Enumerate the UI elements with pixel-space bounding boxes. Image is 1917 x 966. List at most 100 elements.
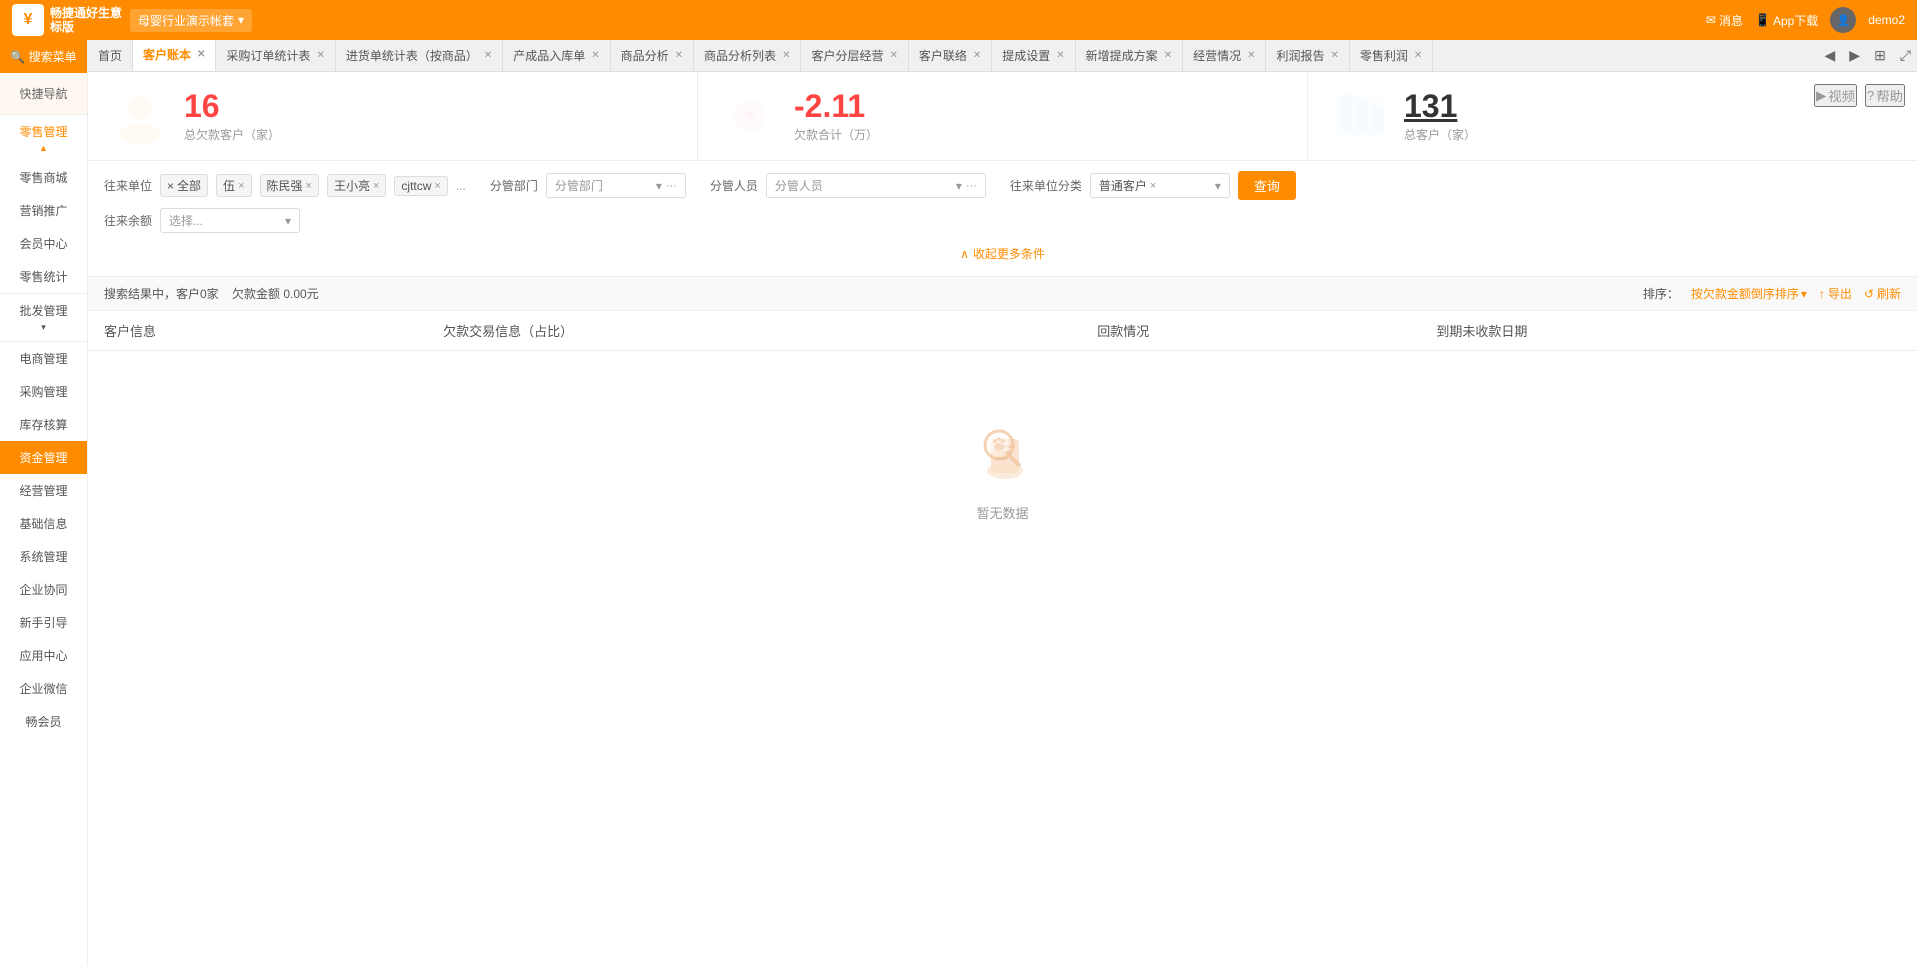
remove-tag-normal[interactable]: ×: [1150, 180, 1156, 192]
tab-prev-button[interactable]: ◀: [1819, 40, 1842, 72]
tab-next-button[interactable]: ▶: [1843, 40, 1866, 72]
sort-select[interactable]: 按欠款金额倒序排序 ▾: [1691, 285, 1807, 302]
tab-product-analysis-list[interactable]: 商品分析列表 ✕: [694, 40, 801, 72]
sidebar-quick-nav: 快捷导航: [0, 73, 87, 115]
tab-close-icon[interactable]: ✕: [1056, 50, 1064, 61]
sidebar-item-member[interactable]: 畅会员: [0, 705, 87, 738]
video-help-button[interactable]: ▶ 视频: [1814, 84, 1857, 107]
tab-customer-contact[interactable]: 客户联络 ✕: [909, 40, 992, 72]
tab-home[interactable]: 首页: [88, 40, 133, 72]
sidebar-item-marketing[interactable]: 营销推广: [0, 194, 87, 227]
sidebar-item-finance[interactable]: 资金管理: [0, 441, 87, 474]
export-button[interactable]: ↑ 导出: [1819, 285, 1852, 302]
logo-text: 畅捷通好生意 标版: [50, 6, 122, 35]
sidebar-item-retail-mall[interactable]: 零售商城: [0, 161, 87, 194]
sidebar-item-system-mgmt[interactable]: 系统管理: [0, 540, 87, 573]
tab-profit-report[interactable]: 利润报告 ✕: [1266, 40, 1349, 72]
svg-text:✦: ✦: [742, 105, 759, 127]
tab-close-icon[interactable]: ✕: [1331, 50, 1339, 61]
tab-close-icon[interactable]: ✕: [1414, 50, 1422, 61]
sidebar-section-wholesale: 批发管理 ▾: [0, 294, 87, 342]
sidebar-item-inventory[interactable]: 库存核算: [0, 408, 87, 441]
sidebar-item-beginner-guide[interactable]: 新手引导: [0, 606, 87, 639]
sidebar-item-label: 基础信息: [19, 515, 67, 532]
app-download-button[interactable]: 📱 App下载: [1755, 12, 1818, 29]
unit-class-select[interactable]: 普通客户 × ▾: [1090, 173, 1230, 198]
sidebar-item-app-center[interactable]: 应用中心: [0, 639, 87, 672]
empty-row: 暂无数据: [88, 351, 1917, 583]
tab-commission-settings[interactable]: 提成设置 ✕: [992, 40, 1075, 72]
data-table: 客户信息 欠款交易信息（占比） 回款情况 到期未收款日期: [88, 311, 1917, 582]
tab-close-icon[interactable]: ✕: [197, 49, 205, 60]
tab-close-icon[interactable]: ✕: [973, 50, 981, 61]
sidebar-item-ecommerce[interactable]: 电商管理: [0, 342, 87, 375]
sidebar-item-wholesale-mgmt[interactable]: 批发管理 ▾: [0, 294, 87, 341]
dept-select[interactable]: 分管部门 ▾ ···: [546, 173, 686, 198]
filter-tag-unit-wu: 伍 ×: [216, 174, 251, 197]
sidebar-item-quick-nav[interactable]: 快捷导航: [0, 79, 87, 108]
sidebar-item-enterprise-collab[interactable]: 企业协同: [0, 573, 87, 606]
sidebar-item-basic-info[interactable]: 基础信息: [0, 507, 87, 540]
phone-icon: 📱: [1755, 13, 1770, 27]
org-name: 母婴行业演示帐套: [138, 12, 234, 29]
tab-close-icon[interactable]: ✕: [782, 50, 790, 61]
main-container: 🔍 搜索菜单 快捷导航 零售管理 ▲ 零售商城 营销推广 会员中心 零售统计: [0, 40, 1917, 966]
sidebar-item-member-center[interactable]: 会员中心: [0, 227, 87, 260]
dept-filter-label: 分管部门: [490, 177, 538, 194]
sidebar-item-label: 零售管理: [19, 123, 67, 140]
tab-bar: 首页 客户账本 ✕ 采购订单统计表 ✕ 进货单统计表（按商品） ✕ 产成品入库单…: [88, 40, 1917, 72]
search-button[interactable]: 查询: [1238, 171, 1296, 200]
collapse-button[interactable]: ∧ 收起更多条件: [104, 241, 1901, 266]
tab-close-icon[interactable]: ✕: [889, 50, 897, 61]
tab-close-icon[interactable]: ✕: [1164, 50, 1172, 61]
filter-more-btn[interactable]: ...: [456, 179, 466, 193]
tab-close-icon[interactable]: ✕: [1247, 50, 1255, 61]
tab-business-status[interactable]: 经营情况 ✕: [1183, 40, 1266, 72]
tab-label: 经营情况: [1193, 47, 1241, 64]
stat-value-3: 131: [1404, 90, 1476, 122]
sidebar-item-retail-mgmt[interactable]: 零售管理 ▲: [0, 115, 87, 161]
avatar[interactable]: 👤: [1830, 7, 1856, 33]
col-repayment: 回款情况: [1081, 311, 1420, 351]
balance-select[interactable]: 选择... ▾: [160, 208, 300, 233]
sidebar-search[interactable]: 🔍 搜索菜单: [0, 40, 87, 73]
tab-close-icon[interactable]: ✕: [316, 50, 324, 61]
tab-purchase-order-stats[interactable]: 采购订单统计表 ✕: [216, 40, 335, 72]
tab-product-inbound[interactable]: 产成品入库单 ✕: [503, 40, 610, 72]
sidebar-item-retail-stats[interactable]: 零售统计: [0, 260, 87, 293]
tab-customer-ledger[interactable]: 客户账本 ✕: [133, 40, 216, 72]
message-button[interactable]: ✉ 消息: [1706, 12, 1743, 29]
remove-tag-wang[interactable]: ×: [373, 180, 379, 192]
stat-debt-total: ✦ -2.11 欠款合计（万）: [698, 72, 1308, 160]
stat-info-3: 131 总客户（家）: [1404, 90, 1476, 143]
tab-label: 首页: [98, 47, 122, 64]
tab-close-icon[interactable]: ✕: [484, 50, 492, 61]
remove-tag-chen[interactable]: ×: [306, 180, 312, 192]
tab-purchase-goods-stats[interactable]: 进货单统计表（按商品） ✕: [336, 40, 503, 72]
tab-label: 客户账本: [143, 46, 191, 63]
tab-add-commission[interactable]: 新增提成方案 ✕: [1076, 40, 1183, 72]
tab-close-icon[interactable]: ✕: [675, 50, 683, 61]
sidebar-item-operations[interactable]: 经营管理: [0, 474, 87, 507]
chevron-down-icon: ▾: [1215, 179, 1221, 193]
tab-collapse-button[interactable]: ⤢: [1894, 40, 1917, 72]
person-select[interactable]: 分管人员 ▾ ···: [766, 173, 986, 198]
remove-tag-cjttcw[interactable]: ×: [434, 180, 440, 192]
tab-retail-profit[interactable]: 零售利润 ✕: [1350, 40, 1433, 72]
sidebar-item-wechat-enterprise[interactable]: 企业微信: [0, 672, 87, 705]
tab-label: 商品分析: [621, 47, 669, 64]
tab-product-analysis[interactable]: 商品分析 ✕: [611, 40, 694, 72]
tab-customer-segment[interactable]: 客户分层经营 ✕: [801, 40, 908, 72]
refresh-button[interactable]: ↺ 刷新: [1864, 285, 1901, 302]
help-icon: ?: [1867, 88, 1874, 103]
sidebar-item-purchase[interactable]: 采购管理: [0, 375, 87, 408]
org-selector[interactable]: 母婴行业演示帐套 ▾: [130, 9, 252, 32]
tab-close-icon[interactable]: ✕: [591, 50, 599, 61]
tab-more-button[interactable]: ⊞: [1868, 40, 1892, 72]
logo-line1: 畅捷通好生意: [50, 6, 122, 20]
chevron-down-icon: ▾: [956, 179, 962, 193]
remove-tag-wu[interactable]: ×: [238, 180, 244, 192]
stat-icon-3: [1332, 88, 1388, 144]
help-button[interactable]: ? 帮助: [1865, 84, 1905, 107]
sidebar-item-label: 电商管理: [19, 350, 67, 367]
